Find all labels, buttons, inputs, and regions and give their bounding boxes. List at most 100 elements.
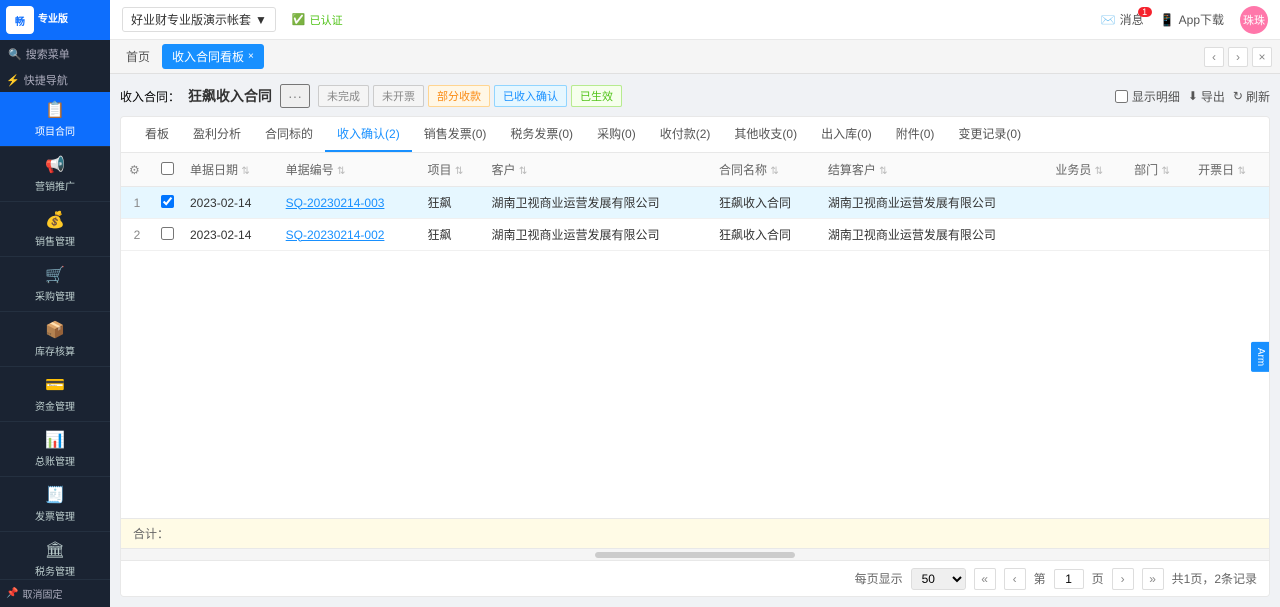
sidebar-item-invoice[interactable]: 🧾 发票管理 [0, 477, 110, 532]
tab-warehouse[interactable]: 出入库(0) [809, 117, 884, 152]
page-first-button[interactable]: « [974, 568, 996, 590]
tab-revenue-confirm[interactable]: 收入确认(2) [325, 117, 412, 152]
per-page-label: 每页显示 [855, 570, 903, 587]
col-dept: 部门 ⇅ [1126, 153, 1190, 187]
page-suffix: 页 [1092, 570, 1104, 587]
row-dept-2 [1126, 219, 1190, 251]
tab-other-income[interactable]: 其他收支(0) [722, 117, 809, 152]
sales-icon: 💰 [45, 210, 65, 230]
funds-icon: 💳 [45, 375, 65, 395]
status-tag-incomplete: 未完成 [318, 85, 369, 107]
per-page-select[interactable]: 50 100 200 [911, 568, 966, 590]
col-code: 单据编号 ⇅ [278, 153, 420, 187]
sidebar-bottom-pin[interactable]: 📌 取消固定 [0, 579, 110, 607]
sidebar-item-funds[interactable]: 💳 资金管理 [0, 367, 110, 422]
contract-actions: 显示明细 ⬇ 导出 ↻ 刷新 [1115, 88, 1270, 105]
sort-settle-icon[interactable]: ⇅ [879, 166, 887, 177]
code-link-2[interactable]: SQ-20230214-002 [286, 228, 385, 242]
contract-title: 狂飙收入合同 [188, 86, 272, 106]
tab-contract-board[interactable]: 收入合同看板 × [162, 44, 264, 69]
sort-customer-icon[interactable]: ⇅ [519, 166, 527, 177]
row-code-1[interactable]: SQ-20230214-003 [278, 187, 420, 219]
page-last-button[interactable]: » [1142, 568, 1164, 590]
sidebar-quick-nav[interactable]: ⚡ 快捷导航 [0, 68, 110, 92]
row-checkbox-1[interactable] [153, 187, 182, 219]
nav-next-button[interactable]: › [1228, 47, 1248, 67]
scroll-bar[interactable] [595, 552, 795, 558]
nav-close-button[interactable]: × [1252, 47, 1272, 67]
sub-tabs: 看板 盈利分析 合同标的 收入确认(2) 销售发票(0) 税务发票(0) 采购(… [121, 117, 1269, 153]
sort-project-icon[interactable]: ⇅ [455, 166, 463, 177]
content-area: 收入合同： 狂飙收入合同 ··· 未完成 未开票 部分收款 已收入确认 已生效 … [110, 74, 1280, 607]
sort-invoice-date-icon[interactable]: ⇅ [1237, 166, 1245, 177]
sort-date-icon[interactable]: ⇅ [241, 166, 249, 177]
tab-payment[interactable]: 收付款(2) [648, 117, 723, 152]
avatar[interactable]: 珠珠 [1240, 6, 1268, 34]
company-selector[interactable]: 好业财专业版演示帐套 ▼ [122, 7, 276, 32]
table-wrap: ⚙ 单据日期 ⇅ 单据编号 ⇅ [121, 153, 1269, 518]
cert-status: ✅ 已认证 [292, 12, 343, 28]
app-download-button[interactable]: 📱 App下载 [1160, 11, 1224, 28]
page-next-button[interactable]: › [1112, 568, 1134, 590]
phone-icon: 📱 [1160, 13, 1175, 27]
tab-contract-item[interactable]: 合同标的 [253, 117, 325, 152]
row-invoice-date-1 [1190, 187, 1269, 219]
arm-float-button[interactable]: Arm [1251, 341, 1269, 371]
show-detail-checkbox[interactable] [1115, 90, 1128, 103]
col-customer: 客户 ⇅ [484, 153, 712, 187]
tabbar: 首页 收入合同看板 × ‹ › × [110, 40, 1280, 74]
table-row[interactable]: 2 2023-02-14 SQ-20230214-002 狂飙 湖南卫视商业运营… [121, 219, 1269, 251]
scroll-area[interactable] [121, 548, 1269, 560]
logo-char: 畅 [15, 13, 25, 28]
sidebar-item-ledger[interactable]: 📊 总账管理 [0, 422, 110, 477]
sidebar-item-sales[interactable]: 💰 销售管理 [0, 202, 110, 257]
row-contract-1: 狂飙收入合同 [711, 187, 820, 219]
sidebar-item-project-contract[interactable]: 📋 项目合同 [0, 92, 110, 147]
inventory-icon: 📦 [45, 320, 65, 340]
nav-icon: ⚡ [6, 74, 20, 87]
select-all-checkbox[interactable] [161, 162, 174, 175]
code-link-1[interactable]: SQ-20230214-003 [286, 196, 385, 210]
row-dept-1 [1126, 187, 1190, 219]
row-settle-2: 湖南卫视商业运营发展有限公司 [820, 219, 1048, 251]
message-button[interactable]: ✉️ 1 消息 [1101, 11, 1144, 28]
sidebar-item-purchase[interactable]: 🛒 采购管理 [0, 257, 110, 312]
status-tags: 未完成 未开票 部分收款 已收入确认 已生效 [318, 85, 622, 107]
sidebar-search[interactable]: 🔍 搜索菜单 [0, 40, 110, 68]
tab-change-log[interactable]: 变更记录(0) [946, 117, 1033, 152]
tab-home[interactable]: 首页 [118, 44, 158, 69]
tab-attachment[interactable]: 附件(0) [884, 117, 947, 152]
page-prev-button[interactable]: ‹ [1004, 568, 1026, 590]
col-project: 项目 ⇅ [420, 153, 484, 187]
refresh-button[interactable]: ↻ 刷新 [1233, 88, 1270, 105]
sort-contract-icon[interactable]: ⇅ [770, 166, 778, 177]
message-badge: 1 [1138, 7, 1152, 17]
settings-icon[interactable]: ⚙ [129, 163, 140, 177]
sort-code-icon[interactable]: ⇅ [337, 166, 345, 177]
page-label: 第 [1034, 570, 1046, 587]
tab-kanban[interactable]: 看板 [133, 117, 181, 152]
row-salesman-1 [1047, 187, 1126, 219]
export-button[interactable]: ⬇ 导出 [1188, 88, 1225, 105]
sidebar-item-marketing[interactable]: 📢 营销推广 [0, 147, 110, 202]
row-code-2[interactable]: SQ-20230214-002 [278, 219, 420, 251]
table-row[interactable]: 1 2023-02-14 SQ-20230214-003 狂飙 湖南卫视商业运营… [121, 187, 1269, 219]
tab-profit[interactable]: 盈利分析 [181, 117, 253, 152]
marketing-icon: 📢 [45, 155, 65, 175]
col-date: 单据日期 ⇅ [182, 153, 278, 187]
tab-close-button[interactable]: × [248, 51, 254, 62]
sidebar-item-inventory[interactable]: 📦 库存核算 [0, 312, 110, 367]
nav-prev-button[interactable]: ‹ [1204, 47, 1224, 67]
status-tag-effective: 已生效 [571, 85, 622, 107]
more-button[interactable]: ··· [280, 84, 310, 108]
sidebar-menu-list: 📋 项目合同 📢 营销推广 💰 销售管理 🛒 采购管理 📦 库存核算 💳 资金管… [0, 92, 110, 579]
tab-tax-invoice[interactable]: 税务发票(0) [498, 117, 585, 152]
tab-purchase[interactable]: 采购(0) [585, 117, 648, 152]
tab-sales-invoice[interactable]: 销售发票(0) [412, 117, 499, 152]
page-input[interactable] [1054, 569, 1084, 589]
sort-salesman-icon[interactable]: ⇅ [1095, 166, 1103, 177]
row-checkbox-2[interactable] [153, 219, 182, 251]
sidebar-item-tax[interactable]: 🏛 税务管理 [0, 532, 110, 579]
row-num-1: 1 [121, 187, 153, 219]
sort-dept-icon[interactable]: ⇅ [1161, 166, 1169, 177]
